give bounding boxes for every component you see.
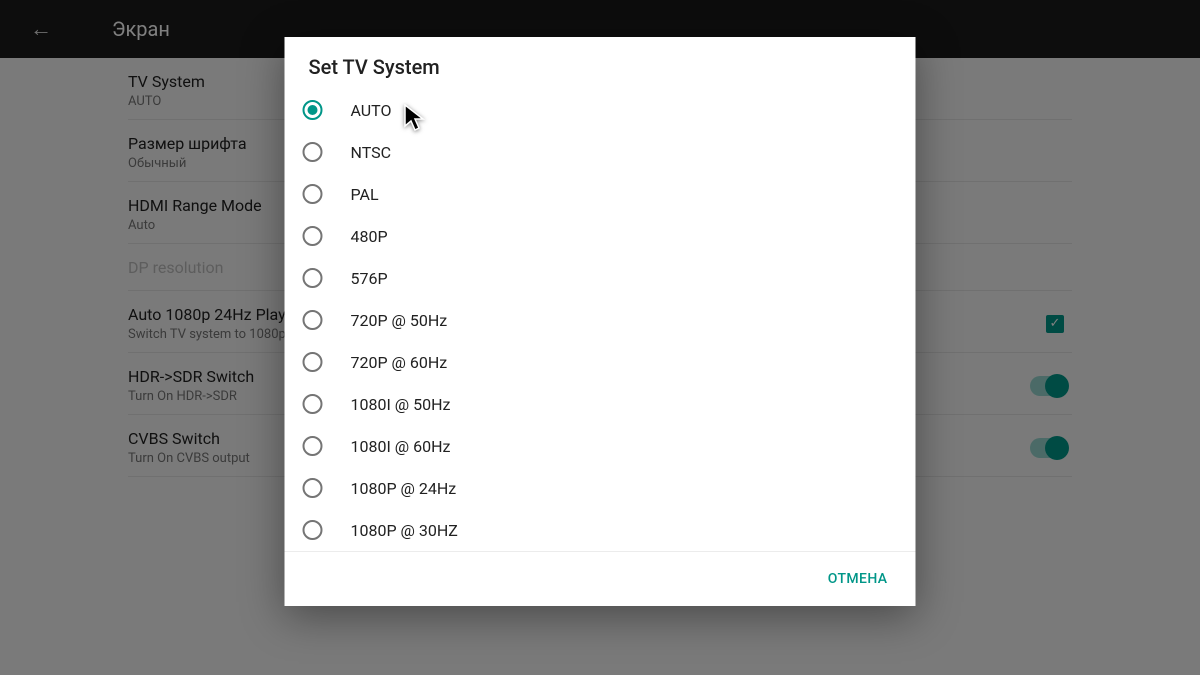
option-label: 720P @ 50Hz — [351, 311, 448, 330]
dialog-option[interactable]: 1080P @ 30HZ — [285, 509, 916, 551]
cancel-button[interactable]: ОТМЕНА — [816, 563, 900, 595]
dialog-actions: ОТМЕНА — [285, 551, 916, 606]
dialog-option[interactable]: PAL — [285, 173, 916, 215]
radio-icon — [303, 436, 323, 456]
radio-icon — [303, 226, 323, 246]
option-label: 576P — [351, 269, 388, 288]
radio-icon — [303, 394, 323, 414]
dialog-option[interactable]: 720P @ 60Hz — [285, 341, 916, 383]
option-label: 1080I @ 50Hz — [351, 395, 451, 414]
dialog-option[interactable]: 1080I @ 60Hz — [285, 425, 916, 467]
option-label: NTSC — [351, 143, 392, 162]
option-label: 480P — [351, 227, 388, 246]
radio-icon — [303, 310, 323, 330]
dialog-option[interactable]: 720P @ 50Hz — [285, 299, 916, 341]
dialog-option[interactable]: 576P — [285, 257, 916, 299]
option-label: PAL — [351, 185, 379, 204]
dialog-title: Set TV System — [285, 37, 916, 89]
dialog-option[interactable]: AUTO — [285, 89, 916, 131]
option-label: 720P @ 60Hz — [351, 353, 448, 372]
dialog-options-list: AUTO NTSC PAL 480P 576P 720P @ 50Hz 720P @ 60H… — [285, 89, 916, 551]
radio-icon — [303, 478, 323, 498]
tv-system-dialog: Set TV System AUTO NTSC PAL 480P 576P 720P @ … — [285, 37, 916, 606]
radio-icon — [303, 100, 323, 120]
dialog-option[interactable]: NTSC — [285, 131, 916, 173]
radio-icon — [303, 520, 323, 540]
option-label: AUTO — [351, 101, 392, 120]
option-label: 1080P @ 30HZ — [351, 521, 458, 540]
radio-icon — [303, 352, 323, 372]
dialog-option[interactable]: 1080I @ 50Hz — [285, 383, 916, 425]
dialog-option[interactable]: 1080P @ 24Hz — [285, 467, 916, 509]
mouse-cursor-icon — [404, 104, 428, 138]
option-label: 1080I @ 60Hz — [351, 437, 451, 456]
radio-icon — [303, 142, 323, 162]
option-label: 1080P @ 24Hz — [351, 479, 457, 498]
radio-icon — [303, 184, 323, 204]
radio-icon — [303, 268, 323, 288]
dialog-option[interactable]: 480P — [285, 215, 916, 257]
